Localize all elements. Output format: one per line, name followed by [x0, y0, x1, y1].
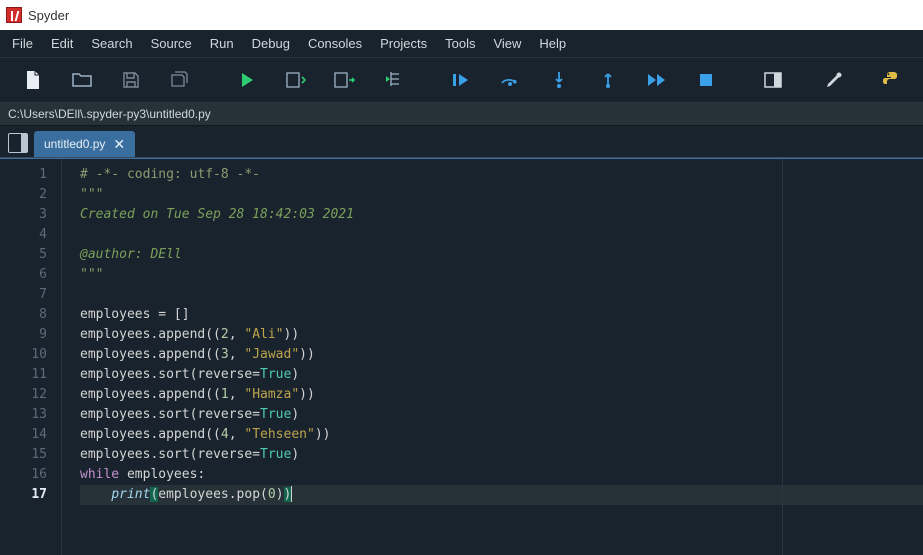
run-cell-icon[interactable]	[271, 60, 320, 100]
save-all-icon[interactable]	[155, 60, 204, 100]
line-number: 10	[0, 345, 61, 365]
menu-projects[interactable]: Projects	[372, 32, 435, 55]
line-number: 17	[0, 485, 61, 505]
menu-file[interactable]: File	[4, 32, 41, 55]
file-path-text: C:\Users\DEll\.spyder-py3\untitled0.py	[8, 107, 211, 121]
code-line[interactable]: employees.sort(reverse=True)	[80, 405, 923, 425]
code-line[interactable]	[80, 285, 923, 305]
code-line[interactable]: employees.sort(reverse=True)	[80, 365, 923, 385]
line-number: 1	[0, 165, 61, 185]
code-line[interactable]: """	[80, 265, 923, 285]
line-number: 2	[0, 185, 61, 205]
debug-continue-icon[interactable]	[436, 60, 485, 100]
code-line[interactable]: # -*- coding: utf-8 -*-	[80, 165, 923, 185]
code-line[interactable]: employees.sort(reverse=True)	[80, 445, 923, 465]
file-path-bar: C:\Users\DEll\.spyder-py3\untitled0.py	[0, 102, 923, 126]
line-number: 14	[0, 425, 61, 445]
menu-search[interactable]: Search	[83, 32, 140, 55]
code-line[interactable]: employees.append((4, "Tehseen"))	[80, 425, 923, 445]
debug-step-over-icon[interactable]	[485, 60, 534, 100]
menu-help[interactable]: Help	[531, 32, 574, 55]
menu-view[interactable]: View	[485, 32, 529, 55]
window-title: Spyder	[28, 8, 69, 23]
toolbar	[0, 58, 923, 102]
code-line[interactable]	[80, 225, 923, 245]
line-number: 9	[0, 325, 61, 345]
code-line[interactable]: employees.append((2, "Ali"))	[80, 325, 923, 345]
window-titlebar: Spyder	[0, 0, 923, 30]
code-editor[interactable]: 1234567891011121314151617 # -*- coding: …	[0, 158, 923, 555]
code-line[interactable]: employees.append((1, "Hamza"))	[80, 385, 923, 405]
line-number: 6	[0, 265, 61, 285]
run-cell-advance-icon[interactable]	[320, 60, 369, 100]
code-line[interactable]: Created on Tue Sep 28 18:42:03 2021	[80, 205, 923, 225]
line-number: 5	[0, 245, 61, 265]
debug-step-out-icon[interactable]	[583, 60, 632, 100]
run-selection-icon[interactable]	[369, 60, 418, 100]
line-number: 12	[0, 385, 61, 405]
open-folder-icon[interactable]	[57, 60, 106, 100]
close-icon[interactable]: ✕	[113, 137, 125, 151]
menu-bar: File Edit Search Source Run Debug Consol…	[0, 30, 923, 58]
preferences-icon[interactable]	[809, 60, 858, 100]
maximize-pane-icon[interactable]	[748, 60, 797, 100]
line-number: 4	[0, 225, 61, 245]
editor-margin-line	[782, 159, 783, 555]
tab-label: untitled0.py	[44, 137, 105, 151]
line-number: 16	[0, 465, 61, 485]
line-number: 11	[0, 365, 61, 385]
menu-consoles[interactable]: Consoles	[300, 32, 370, 55]
line-number: 13	[0, 405, 61, 425]
editor-tab-untitled0[interactable]: untitled0.py ✕	[34, 131, 135, 157]
code-line[interactable]: while employees:	[80, 465, 923, 485]
code-line[interactable]: employees = []	[80, 305, 923, 325]
python-path-icon[interactable]	[866, 60, 915, 100]
menu-edit[interactable]: Edit	[43, 32, 81, 55]
debug-stop-icon[interactable]	[681, 60, 730, 100]
run-icon[interactable]	[222, 60, 271, 100]
menu-tools[interactable]: Tools	[437, 32, 483, 55]
code-line[interactable]: print(employees.pop(0))	[80, 485, 923, 505]
line-number: 3	[0, 205, 61, 225]
debug-fast-forward-icon[interactable]	[632, 60, 681, 100]
line-number-gutter: 1234567891011121314151617	[0, 159, 62, 555]
menu-source[interactable]: Source	[143, 32, 200, 55]
text-cursor	[291, 486, 292, 502]
code-line[interactable]: @author: DEll	[80, 245, 923, 265]
spyder-app-icon	[6, 7, 22, 23]
code-line[interactable]: """	[80, 185, 923, 205]
line-number: 15	[0, 445, 61, 465]
new-file-icon[interactable]	[8, 60, 57, 100]
line-number: 7	[0, 285, 61, 305]
editor-tab-strip: untitled0.py ✕	[0, 126, 923, 158]
line-number: 8	[0, 305, 61, 325]
menu-run[interactable]: Run	[202, 32, 242, 55]
menu-debug[interactable]: Debug	[244, 32, 298, 55]
code-line[interactable]: employees.append((3, "Jawad"))	[80, 345, 923, 365]
code-content[interactable]: # -*- coding: utf-8 -*-"""Created on Tue…	[62, 159, 923, 555]
save-icon[interactable]	[106, 60, 155, 100]
debug-step-into-icon[interactable]	[534, 60, 583, 100]
panel-layout-icon[interactable]	[8, 133, 28, 153]
